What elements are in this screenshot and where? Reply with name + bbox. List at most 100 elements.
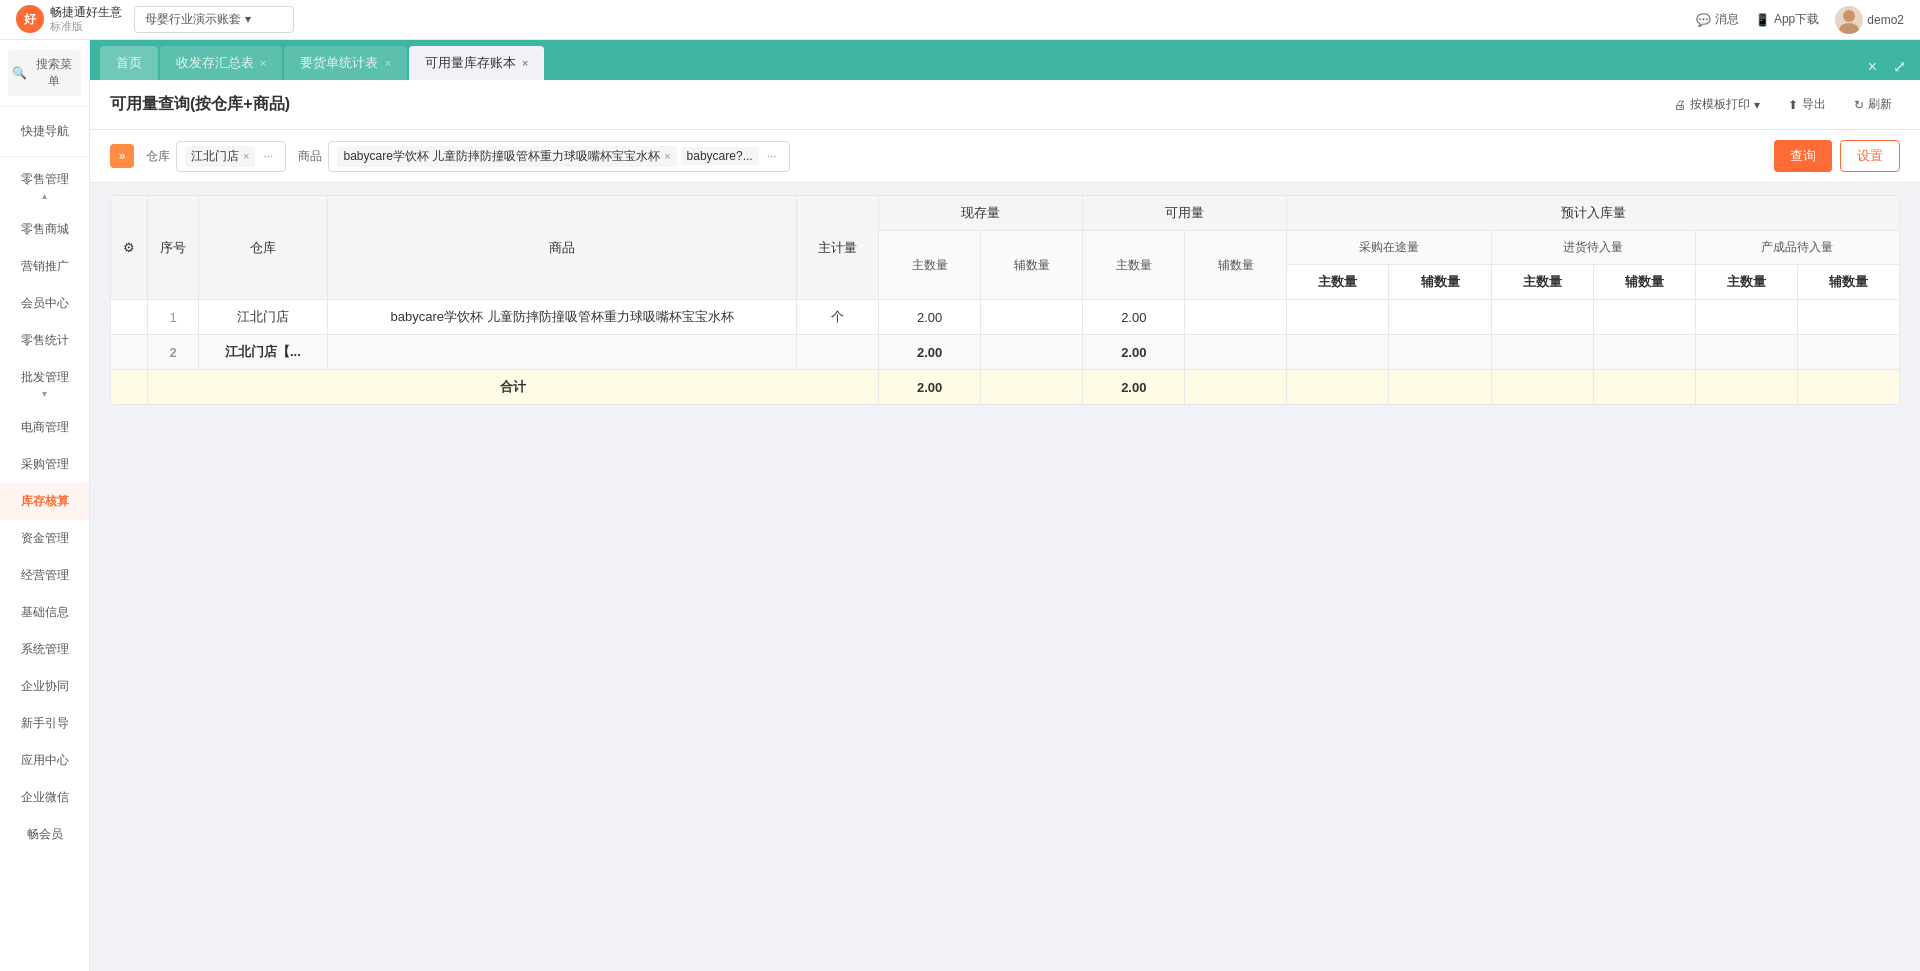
sidebar-item-new-guide[interactable]: 新手引导 xyxy=(0,705,89,742)
table-row: 2 江北门店【... 2.00 2.00 xyxy=(111,335,1900,370)
sidebar-item-app-center[interactable]: 应用中心 xyxy=(0,742,89,779)
expand-icon: » xyxy=(119,149,126,163)
product-tag-2-label: babycare?... xyxy=(687,149,753,163)
top-bar-left: 好 畅捷通好生意 标准版 母婴行业演示账套 ▾ xyxy=(16,5,294,34)
logo-icon: 好 xyxy=(16,5,44,33)
page-title: 可用量查询(按仓库+商品) xyxy=(110,94,290,115)
app-download-btn[interactable]: 📱 App下载 xyxy=(1755,11,1819,28)
sidebar-item-inventory-check[interactable]: 库存核算 xyxy=(0,483,89,520)
row-incoming-wait-aux xyxy=(1593,300,1695,335)
table-total-row: 合计 2.00 2.00 xyxy=(111,370,1900,405)
product-filter-value[interactable]: babycare学饮杯 儿童防摔防撞吸管杯重力球吸嘴杯宝宝水杯 × babyca… xyxy=(328,141,789,172)
sidebar-item-quick-nav[interactable]: 快捷导航 xyxy=(0,115,89,148)
product-filter-label: 商品 xyxy=(298,148,322,165)
table-area: ⚙ 序号 仓库 商品 主计量 现存量 可用量 预计入库量 主数量 xyxy=(90,183,1920,971)
tab-requisition-stats-close[interactable]: × xyxy=(384,57,390,69)
svg-point-1 xyxy=(1839,23,1859,34)
print-label: 按模板打印 xyxy=(1690,96,1750,113)
sidebar-item-enterprise-wechat[interactable]: 企业微信 xyxy=(0,779,89,816)
sidebar-item-retail-stats[interactable]: 零售统计 xyxy=(0,322,89,359)
sidebar-item-basic-info[interactable]: 基础信息 xyxy=(0,594,89,631)
row-production-wait-main xyxy=(1695,335,1797,370)
table-row: 1 江北门店 babycare学饮杯 儿童防摔防撞吸管杯重力球吸嘴杯宝宝水杯 个… xyxy=(111,300,1900,335)
table-current-stock-col-header: 现存量 xyxy=(879,196,1083,231)
sidebar-item-label: 畅会员 xyxy=(27,826,63,843)
print-chevron-icon: ▾ xyxy=(1754,98,1760,112)
sidebar-item-enterprise-collab[interactable]: 企业协同 xyxy=(0,668,89,705)
sidebar-item-label: 零售管理 xyxy=(21,171,69,188)
warehouse-tag-close[interactable]: × xyxy=(243,150,249,162)
tab-requisition-stats[interactable]: 要货单统计表 × xyxy=(284,46,406,80)
tab-available-inventory[interactable]: 可用量库存账本 × xyxy=(409,46,544,80)
search-icon: 🔍 xyxy=(12,66,27,80)
sidebar-item-business-mgmt[interactable]: 经营管理 xyxy=(0,557,89,594)
refresh-btn[interactable]: ↻ 刷新 xyxy=(1846,92,1900,117)
row-incoming-wait-aux xyxy=(1593,335,1695,370)
sidebar-item-retail-mall[interactable]: 零售商城 xyxy=(0,211,89,248)
sidebar-item-label: 资金管理 xyxy=(21,530,69,547)
sidebar: 🔍 搜索菜单 快捷导航 零售管理 ▴ 零售商城 营销推广 会员中心 xyxy=(0,40,90,971)
product-tag-1-label: babycare学饮杯 儿童防摔防撞吸管杯重力球吸嘴杯宝宝水杯 xyxy=(343,148,660,165)
total-avail-aux-qty xyxy=(1185,370,1287,405)
username-label: demo2 xyxy=(1867,13,1904,27)
sidebar-item-system-mgmt[interactable]: 系统管理 xyxy=(0,631,89,668)
sidebar-item-label: 基础信息 xyxy=(21,604,69,621)
warehouse-tag-label: 江北门店 xyxy=(191,148,239,165)
row-unit xyxy=(797,335,879,370)
search-menu-btn[interactable]: 🔍 搜索菜单 xyxy=(8,50,81,96)
sidebar-item-label: 系统管理 xyxy=(21,641,69,658)
row-current-main-qty: 2.00 xyxy=(879,300,981,335)
row-purchase-transit-aux xyxy=(1389,300,1491,335)
product-tag-1-close[interactable]: × xyxy=(664,150,670,162)
refresh-label: 刷新 xyxy=(1868,96,1892,113)
industry-label: 母婴行业演示账套 xyxy=(145,11,241,28)
tab-home[interactable]: 首页 xyxy=(100,46,158,80)
sidebar-item-wholesale-mgmt[interactable]: 批发管理 ▾ xyxy=(0,359,89,409)
message-btn[interactable]: 💬 消息 xyxy=(1696,11,1739,28)
sidebar-item-vip-member[interactable]: 畅会员 xyxy=(0,816,89,853)
sidebar-item-finance-mgmt[interactable]: 资金管理 xyxy=(0,520,89,557)
export-btn[interactable]: ⬆ 导出 xyxy=(1780,92,1834,117)
tab-receive-summary-close[interactable]: × xyxy=(260,57,266,69)
expand-filter-btn[interactable]: » xyxy=(110,144,134,168)
query-button[interactable]: 查询 xyxy=(1774,140,1832,172)
chevron-down-icon: ▾ xyxy=(42,388,47,399)
row-unit: 个 xyxy=(797,300,879,335)
row-settings xyxy=(111,335,148,370)
user-area[interactable]: demo2 xyxy=(1835,6,1904,34)
row-current-aux-qty xyxy=(981,335,1083,370)
expand-btn[interactable]: ⤢ xyxy=(1889,53,1910,80)
row-avail-aux-qty xyxy=(1185,300,1287,335)
warehouse-ellipsis[interactable]: ··· xyxy=(259,149,277,163)
close-all-tabs-btn[interactable]: × xyxy=(1864,54,1881,80)
table-settings-col[interactable]: ⚙ xyxy=(111,196,148,300)
sidebar-item-label: 企业协同 xyxy=(21,678,69,695)
settings-icon: ⚙ xyxy=(123,240,135,255)
row-purchase-transit-main xyxy=(1287,300,1389,335)
tab-available-inventory-close[interactable]: × xyxy=(522,57,528,69)
row-purchase-transit-main xyxy=(1287,335,1389,370)
row-production-wait-main xyxy=(1695,300,1797,335)
total-current-main-qty: 2.00 xyxy=(879,370,981,405)
row-current-main-qty: 2.00 xyxy=(879,335,981,370)
sidebar-item-purchase-mgmt[interactable]: 采购管理 xyxy=(0,446,89,483)
table-purchase-transit-aux-header: 辅数量 xyxy=(1389,265,1491,300)
print-btn[interactable]: 🖨 按模板打印 ▾ xyxy=(1666,92,1768,117)
sidebar-item-label: 库存核算 xyxy=(21,493,69,510)
product-ellipsis[interactable]: ··· xyxy=(763,149,781,163)
row-incoming-wait-main xyxy=(1491,300,1593,335)
data-table: ⚙ 序号 仓库 商品 主计量 现存量 可用量 预计入库量 主数量 xyxy=(110,195,1900,405)
tab-receive-summary[interactable]: 收发存汇总表 × xyxy=(160,46,282,80)
settings-button[interactable]: 设置 xyxy=(1840,140,1900,172)
table-incoming-wait-header: 进货待入量 xyxy=(1491,231,1695,265)
total-settings xyxy=(111,370,148,405)
table-available-qty-col-header: 可用量 xyxy=(1083,196,1287,231)
sidebar-item-member-center[interactable]: 会员中心 xyxy=(0,285,89,322)
industry-selector[interactable]: 母婴行业演示账套 ▾ xyxy=(134,6,294,33)
row-production-wait-aux xyxy=(1797,300,1899,335)
sidebar-item-marketing[interactable]: 营销推广 xyxy=(0,248,89,285)
sidebar-item-retail-mgmt[interactable]: 零售管理 ▴ xyxy=(0,161,89,211)
sidebar-item-ecommerce-mgmt[interactable]: 电商管理 xyxy=(0,409,89,446)
warehouse-filter-value[interactable]: 江北门店 × ··· xyxy=(176,141,286,172)
tab-requisition-stats-label: 要货单统计表 xyxy=(300,54,378,72)
